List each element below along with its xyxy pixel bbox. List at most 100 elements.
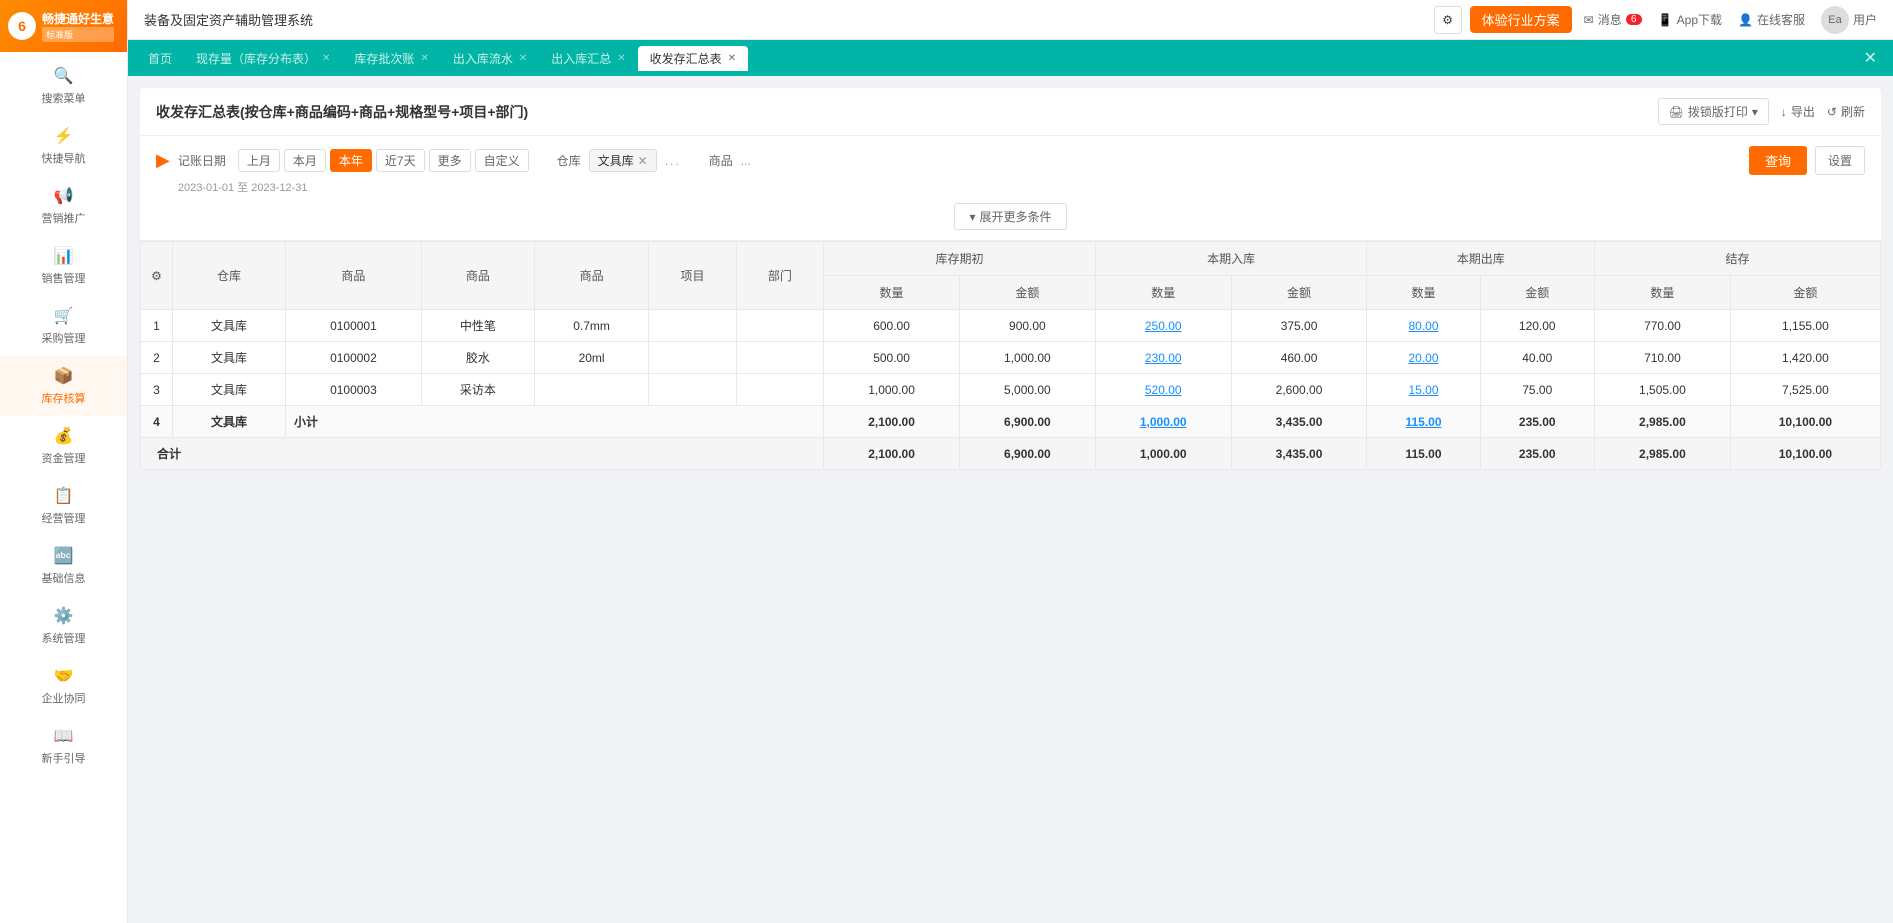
row-close-qty: 1,505.00 <box>1595 374 1731 406</box>
content-area: 收发存汇总表(按仓库+商品编码+商品+规格型号+项目+部门) 🖨 拨锁版打印 ▾… <box>128 76 1893 923</box>
online-service-btn[interactable]: 👤 在线客服 <box>1738 11 1805 28</box>
sidebar-label-sales: 销售管理 <box>42 270 86 286</box>
row-in-qty[interactable]: 520.00 <box>1095 374 1231 406</box>
period-btn-7days[interactable]: 近7天 <box>376 149 425 172</box>
subtotal-in-qty[interactable]: 1,000.00 <box>1095 406 1231 438</box>
row-project <box>649 310 736 342</box>
sidebar-item-base[interactable]: 🔤 基础信息 <box>0 536 127 596</box>
warehouse-more[interactable]: ... <box>665 154 681 168</box>
table-row: 1 文具库 0100001 中性笔 0.7mm 600.00 900.00 25… <box>141 310 1881 342</box>
tab-0[interactable]: 首页 <box>136 46 184 71</box>
total-out-amt: 235.00 <box>1480 438 1594 470</box>
tab-5[interactable]: 收发存汇总表✕ <box>638 46 748 71</box>
tab-close-2[interactable]: ✕ <box>420 53 428 64</box>
tab-4[interactable]: 出入库汇总✕ <box>539 46 637 71</box>
expand-icon: ▾ <box>969 210 975 224</box>
sidebar-item-marketing[interactable]: 📢 营销推广 <box>0 176 127 236</box>
period-btn-custom[interactable]: 自定义 <box>475 149 529 172</box>
row-out-qty[interactable]: 15.00 <box>1367 374 1480 406</box>
row-goods-code: 0100002 <box>286 342 422 374</box>
th-out-amt: 金额 <box>1480 276 1594 310</box>
tab-close-3[interactable]: ✕ <box>519 53 527 64</box>
th-opening: 库存期初 <box>824 242 1096 276</box>
th-out: 本期出库 <box>1367 242 1595 276</box>
tab-close-5[interactable]: ✕ <box>728 53 736 64</box>
app-download-btn[interactable]: 📱 App下载 <box>1658 11 1722 28</box>
marketing-icon: 📢 <box>54 186 74 206</box>
app-name: 畅捷通好生意 <box>42 10 114 27</box>
period-btn-prev-month[interactable]: 上月 <box>238 149 280 172</box>
sidebar-item-guide[interactable]: 📖 新手引导 <box>0 716 127 776</box>
sidebar-item-quick[interactable]: ⚡ 快捷导航 <box>0 116 127 176</box>
page-title: 收发存汇总表(按仓库+商品编码+商品+规格型号+项目+部门) <box>156 102 528 122</box>
sidebar-item-finance[interactable]: 💰 资金管理 <box>0 416 127 476</box>
period-btn-more[interactable]: 更多 <box>429 149 471 172</box>
expand-btn[interactable]: ▾ 展开更多条件 <box>954 203 1066 230</box>
export-btn[interactable]: ↓ 导出 <box>1781 103 1815 120</box>
row-in-qty[interactable]: 250.00 <box>1095 310 1231 342</box>
base-icon: 🔤 <box>54 546 74 566</box>
setting-btn[interactable]: 设置 <box>1815 146 1865 175</box>
sidebar-item-system[interactable]: ⚙️ 系统管理 <box>0 596 127 656</box>
refresh-btn[interactable]: ↺ 刷新 <box>1827 103 1865 120</box>
warehouse-tag[interactable]: 文具库 ✕ <box>589 149 657 172</box>
sidebar-label-operation: 经营管理 <box>42 510 86 526</box>
subtotal-close-amt: 10,100.00 <box>1730 406 1880 438</box>
row-close-amt: 1,155.00 <box>1730 310 1880 342</box>
sidebar-item-purchase[interactable]: 🛒 采购管理 <box>0 296 127 356</box>
row-in-qty[interactable]: 230.00 <box>1095 342 1231 374</box>
export-icon: ↓ <box>1781 105 1787 119</box>
tab-1[interactable]: 现存量（库存分布表）✕ <box>184 46 342 71</box>
date-range: 2023-01-01 至 2023-12-31 <box>178 179 1865 195</box>
tab-close-1[interactable]: ✕ <box>322 53 330 64</box>
warehouse-tag-close-icon[interactable]: ✕ <box>638 154 648 168</box>
user-btn[interactable]: Ea 用户 <box>1821 6 1877 34</box>
sidebar-item-search[interactable]: 🔍 搜索菜单 <box>0 56 127 116</box>
subtotal-out-qty[interactable]: 115.00 <box>1367 406 1480 438</box>
sidebar-item-cooperation[interactable]: 🤝 企业协同 <box>0 656 127 716</box>
sidebar-label-search: 搜索菜单 <box>42 90 86 106</box>
period-btn-this-month[interactable]: 本月 <box>284 149 326 172</box>
total-open-amt: 6,900.00 <box>959 438 1095 470</box>
total-in-amt: 3,435.00 <box>1231 438 1367 470</box>
tab-label-3: 出入库流水 <box>453 50 513 67</box>
period-btn-this-year[interactable]: 本年 <box>330 149 372 172</box>
row-out-qty[interactable]: 20.00 <box>1367 342 1480 374</box>
logo-text: 畅捷通好生意 标准版 <box>42 10 114 42</box>
row-in-amt: 460.00 <box>1231 342 1367 374</box>
tab-3[interactable]: 出入库流水 ✕ <box>441 46 539 71</box>
close-tab-area-btn[interactable]: ✕ <box>1856 48 1885 68</box>
th-goods-name: 商品 <box>421 242 534 310</box>
row-goods-code: 0100003 <box>286 374 422 406</box>
settings-icon[interactable]: ⚙ <box>1434 6 1462 34</box>
quick-icon: ⚡ <box>54 126 74 146</box>
tab-label-2: 库存批次账 <box>354 50 414 67</box>
warehouse-tag-text: 文具库 <box>598 152 634 169</box>
row-no: 1 <box>141 310 173 342</box>
system-name: 装备及固定资产辅助管理系统 <box>144 10 1422 29</box>
query-btn[interactable]: 查询 <box>1749 146 1807 175</box>
th-out-qty: 数量 <box>1367 276 1480 310</box>
expand-label: 展开更多条件 <box>980 208 1052 225</box>
experience-btn[interactable]: 体验行业方案 <box>1470 6 1572 33</box>
tab-2[interactable]: 库存批次账 ✕ <box>342 46 440 71</box>
notification-btn[interactable]: ✉ 消息 6 <box>1584 11 1642 28</box>
row-open-amt: 900.00 <box>959 310 1095 342</box>
cooperation-icon: 🤝 <box>54 666 74 686</box>
row-out-qty[interactable]: 80.00 <box>1367 310 1480 342</box>
print-btn[interactable]: 🖨 拨锁版打印 ▾ <box>1658 98 1769 125</box>
sidebar-item-inventory[interactable]: 📦 库存核算 <box>0 356 127 416</box>
system-icon: ⚙️ <box>54 606 74 626</box>
print-icon: 🖨 <box>1669 105 1684 119</box>
tab-close-4[interactable]: ✕ <box>617 53 625 64</box>
app-download-label: App下载 <box>1677 11 1722 28</box>
filter-arrow[interactable]: ▶ <box>156 146 178 175</box>
subtotal-label: 小计 <box>286 406 824 438</box>
subtotal-row: 4 文具库 小计 2,100.00 6,900.00 1,000.00 3,43… <box>141 406 1881 438</box>
row-no: 2 <box>141 342 173 374</box>
sidebar-item-operation[interactable]: 📋 经营管理 <box>0 476 127 536</box>
total-in-qty: 1,000.00 <box>1095 438 1231 470</box>
goods-more[interactable]: ... <box>741 154 751 168</box>
sidebar-item-sales[interactable]: 📊 销售管理 <box>0 236 127 296</box>
row-close-amt: 7,525.00 <box>1730 374 1880 406</box>
